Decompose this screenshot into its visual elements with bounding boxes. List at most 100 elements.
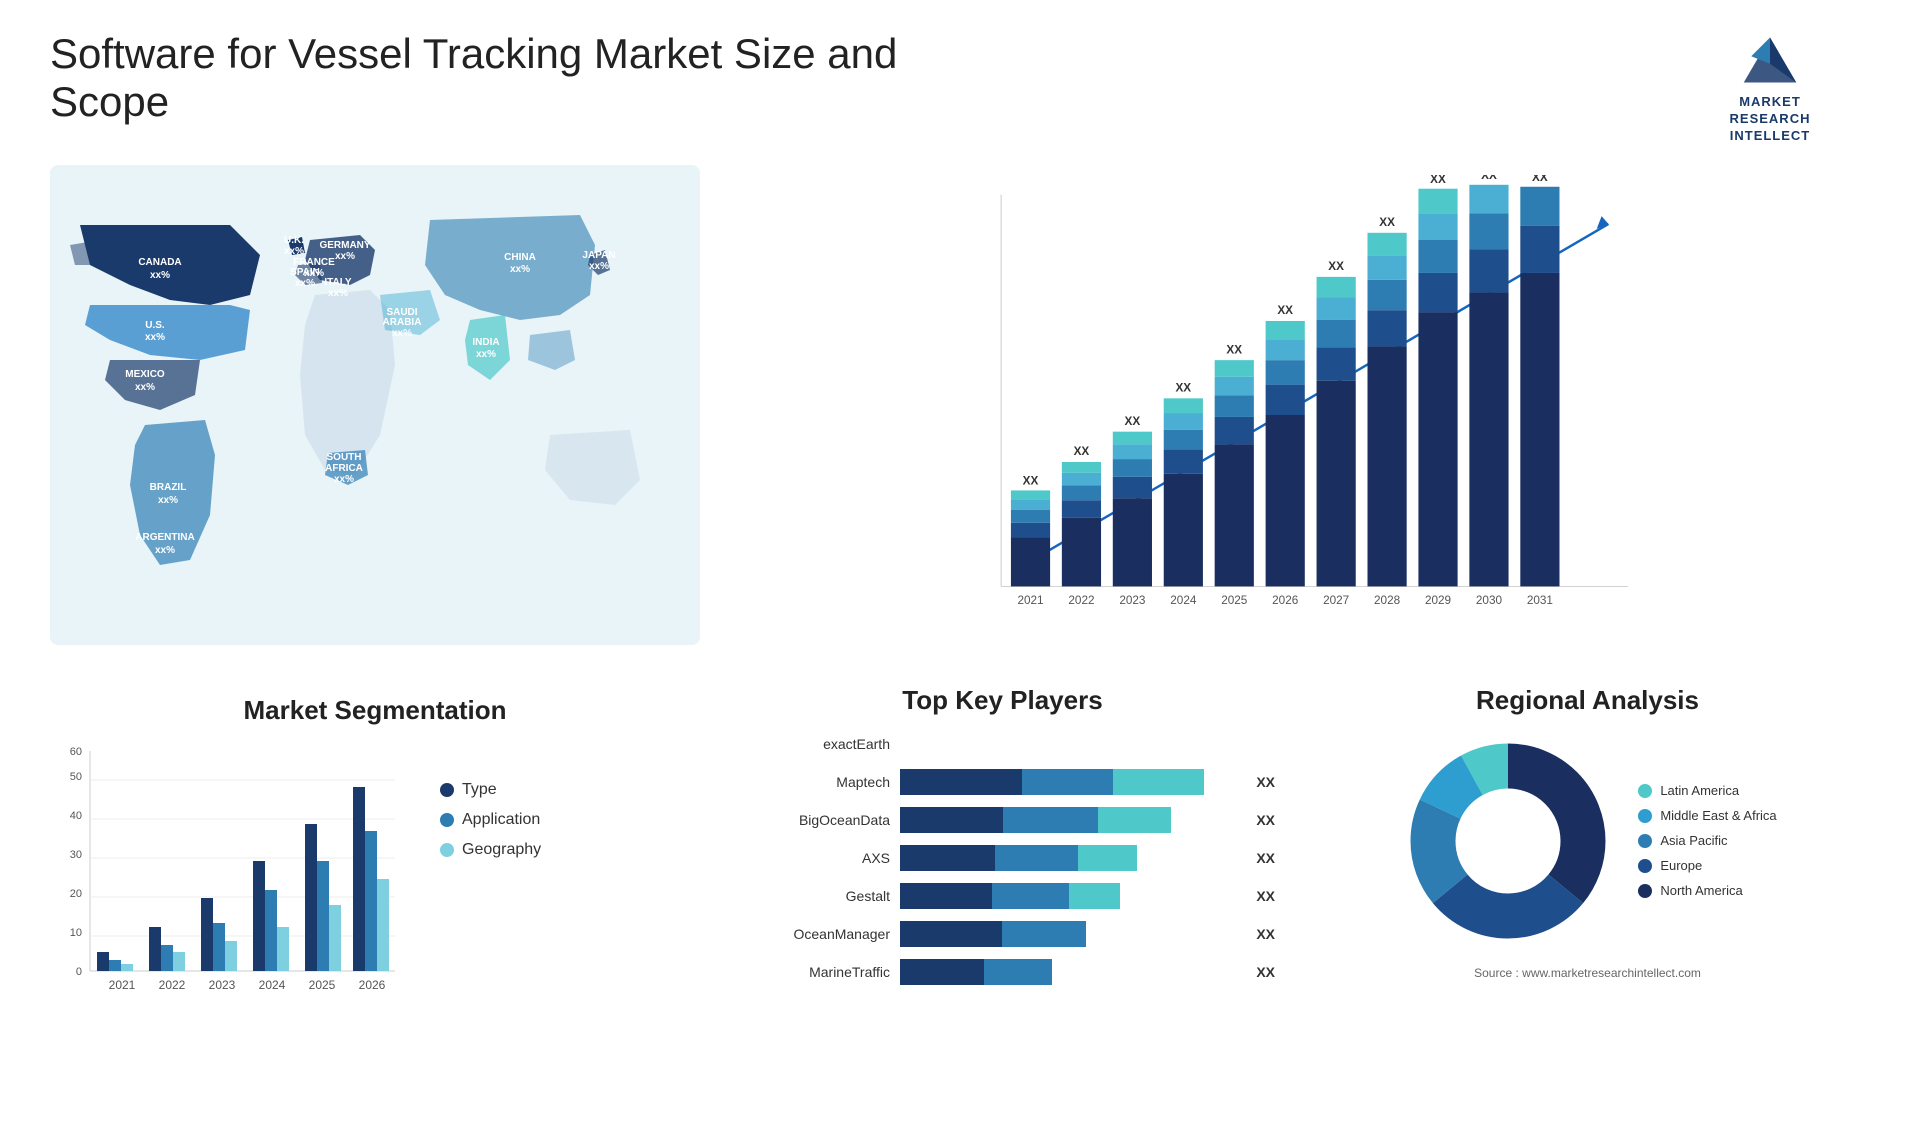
- asia-dot: [1638, 834, 1652, 848]
- player-name-oceanmanager: OceanManager: [730, 926, 890, 942]
- player-name-gestalt: Gestalt: [730, 888, 890, 904]
- player-value-marinetraffic: XX: [1256, 964, 1275, 980]
- x-label-2023: 2023: [1119, 594, 1146, 607]
- mexico-label: MEXICO: [125, 369, 165, 380]
- world-map-svg: CANADA xx% U.S. xx% MEXICO xx% BRAZIL xx…: [50, 165, 700, 645]
- player-bar-wrap-axs: [900, 845, 1238, 871]
- bottom-left-section: Market Segmentation 0 10 20 30 40 50 60: [50, 685, 700, 1031]
- donut-chart: [1398, 731, 1618, 951]
- x-label-2028: 2028: [1374, 594, 1401, 607]
- uk-value: xx%: [284, 246, 304, 257]
- asia-label: Asia Pacific: [1660, 833, 1727, 848]
- spain-value: xx%: [295, 278, 315, 289]
- player-row-bigocean: BigOceanData XX: [730, 807, 1275, 833]
- china-label: CHINA: [504, 252, 536, 263]
- seg-legend: Type Application Geography: [440, 781, 541, 859]
- player-value-oceanmanager: XX: [1256, 926, 1275, 942]
- header: Software for Vessel Tracking Market Size…: [50, 30, 1870, 145]
- legend-type: Type: [440, 781, 541, 799]
- germany-value: xx%: [335, 251, 355, 262]
- page-title: Software for Vessel Tracking Market Size…: [50, 30, 950, 126]
- seg-x-2021: 2021: [109, 978, 136, 992]
- geography-dot: [440, 843, 454, 857]
- chart-section: XX 2021 XX 2022 XX 2023: [720, 165, 1870, 665]
- player-bar-wrap-marinetraffic: [900, 959, 1238, 985]
- source-text: Source : www.marketresearchintellect.com: [1315, 966, 1860, 980]
- seg-x-2022: 2022: [159, 978, 186, 992]
- type-label: Type: [462, 781, 497, 799]
- bar-label-2030: XX: [1481, 175, 1497, 182]
- bar-label-2031: XX: [1532, 175, 1548, 184]
- bar-label-2027: XX: [1328, 260, 1344, 273]
- northam-label: North America: [1660, 883, 1742, 898]
- europe-label: Europe: [1660, 858, 1702, 873]
- bar-label-2021: XX: [1023, 474, 1039, 487]
- mea-label: Middle East & Africa: [1660, 808, 1776, 823]
- argentina-value: xx%: [155, 545, 175, 556]
- bar-label-2028: XX: [1379, 216, 1395, 229]
- southafrica-label: SOUTH: [327, 452, 362, 463]
- player-row-oceanmanager: OceanManager XX: [730, 921, 1275, 947]
- x-label-2031: 2031: [1527, 594, 1553, 607]
- bar-label-2026: XX: [1277, 304, 1293, 317]
- application-label: Application: [462, 811, 540, 829]
- northam-dot: [1638, 884, 1652, 898]
- bar-label-2029: XX: [1430, 175, 1446, 186]
- japan-value: xx%: [589, 261, 609, 272]
- player-bar-wrap-bigocean: [900, 807, 1238, 833]
- svg-text:20: 20: [70, 888, 82, 900]
- map-section: CANADA xx% U.S. xx% MEXICO xx% BRAZIL xx…: [50, 165, 700, 665]
- player-bar-wrap-maptech: [900, 769, 1238, 795]
- player-name-marinetraffic: MarineTraffic: [730, 964, 890, 980]
- application-dot: [440, 813, 454, 827]
- region-item-asia: Asia Pacific: [1638, 833, 1776, 848]
- bar-label-2025: XX: [1226, 343, 1242, 356]
- svg-text:0: 0: [76, 966, 82, 978]
- bar-label-2024: XX: [1175, 381, 1191, 394]
- key-players-title: Top Key Players: [730, 685, 1275, 716]
- seg-x-2024: 2024: [259, 978, 286, 992]
- x-label-2025: 2025: [1221, 594, 1248, 607]
- germany-label: GERMANY: [319, 240, 370, 251]
- player-row-marinetraffic: MarineTraffic XX: [730, 959, 1275, 985]
- player-value-maptech: XX: [1256, 774, 1275, 790]
- page-container: Software for Vessel Tracking Market Size…: [0, 0, 1920, 1146]
- spain-label: SPAIN: [290, 267, 320, 278]
- x-label-2021: 2021: [1017, 594, 1043, 607]
- player-bar-wrap-exactearth: [900, 731, 1257, 757]
- region-item-northam: North America: [1638, 883, 1776, 898]
- brazil-value: xx%: [158, 495, 178, 506]
- player-value-gestalt: XX: [1256, 888, 1275, 904]
- southafrica-value: xx%: [334, 474, 354, 485]
- region-item-latin: Latin America: [1638, 783, 1776, 798]
- player-name-bigocean: BigOceanData: [730, 812, 890, 828]
- geography-label: Geography: [462, 841, 541, 859]
- china-value: xx%: [510, 264, 530, 275]
- region-item-mea: Middle East & Africa: [1638, 808, 1776, 823]
- seg-x-2025: 2025: [309, 978, 336, 992]
- player-row-gestalt: Gestalt XX: [730, 883, 1275, 909]
- seg-x-2026: 2026: [359, 978, 386, 992]
- player-name-exactearth: exactEarth: [730, 736, 890, 752]
- player-row-maptech: Maptech XX: [730, 769, 1275, 795]
- latin-label: Latin America: [1660, 783, 1739, 798]
- italy-label: ITALY: [324, 277, 352, 288]
- svg-text:30: 30: [70, 849, 82, 861]
- x-label-2029: 2029: [1425, 594, 1451, 607]
- argentina-label: ARGENTINA: [135, 532, 194, 543]
- segmentation-title: Market Segmentation: [50, 695, 700, 726]
- player-row-exactearth: exactEarth: [730, 731, 1275, 757]
- x-label-2027: 2027: [1323, 594, 1349, 607]
- canada-value: xx%: [150, 270, 170, 281]
- key-players-section: Top Key Players exactEarth Maptech: [720, 685, 1285, 1031]
- india-value: xx%: [476, 349, 496, 360]
- svg-text:50: 50: [70, 771, 82, 783]
- india-label: INDIA: [472, 337, 499, 348]
- region-legend: Latin America Middle East & Africa Asia …: [1638, 783, 1776, 898]
- player-value-bigocean: XX: [1256, 812, 1275, 828]
- type-dot: [440, 783, 454, 797]
- region-item-europe: Europe: [1638, 858, 1776, 873]
- player-name-axs: AXS: [730, 850, 890, 866]
- seg-x-2023: 2023: [209, 978, 236, 992]
- regional-section: Regional Analysis: [1305, 685, 1870, 1031]
